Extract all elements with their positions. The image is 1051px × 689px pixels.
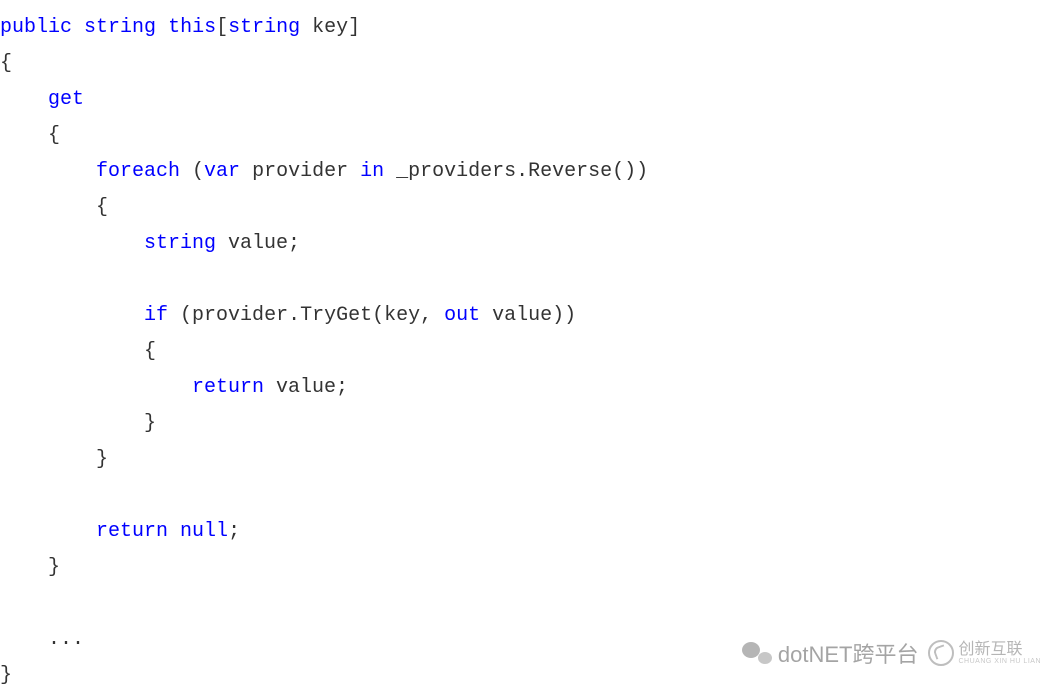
- code-token: {: [0, 340, 156, 363]
- code-token: return: [96, 520, 168, 543]
- code-token: {: [0, 196, 108, 219]
- code-token: string: [228, 16, 300, 39]
- code-token: }: [0, 556, 60, 579]
- code-token: [0, 376, 192, 399]
- code-token: string: [84, 16, 156, 39]
- code-token: ;: [228, 520, 240, 543]
- code-token: in: [360, 160, 384, 183]
- code-token: _providers.Reverse()): [384, 160, 648, 183]
- code-token: value)): [480, 304, 576, 327]
- code-token: [168, 520, 180, 543]
- code-token: {: [0, 52, 12, 75]
- wechat-icon: [742, 640, 772, 666]
- code-token: foreach: [96, 160, 180, 183]
- code-token: this: [168, 16, 216, 39]
- code-token: public: [0, 16, 72, 39]
- code-token: }: [0, 448, 108, 471]
- wechat-watermark-text: dotNET跨平台: [778, 637, 919, 669]
- brand-watermark: 创新互联 CHUANG XIN HU LIAN: [928, 640, 1041, 666]
- code-token: null: [180, 520, 228, 543]
- code-token: var: [204, 160, 240, 183]
- brand-name: 创新互联: [958, 641, 1022, 658]
- code-token: ...: [0, 628, 84, 651]
- code-token: value;: [216, 232, 300, 255]
- code-token: [0, 160, 96, 183]
- code-token: out: [444, 304, 480, 327]
- code-token: [0, 304, 144, 327]
- brand-watermark-text: 创新互联 CHUANG XIN HU LIAN: [958, 642, 1041, 665]
- code-snippet: public string this[string key] { get { f…: [0, 0, 1051, 689]
- brand-subtitle: CHUANG XIN HU LIAN: [958, 658, 1041, 665]
- code-token: [0, 88, 48, 111]
- code-token: provider: [240, 160, 360, 183]
- code-token: }: [0, 412, 156, 435]
- code-token: [0, 232, 144, 255]
- code-token: [72, 16, 84, 39]
- watermark-area: dotNET跨平台 创新互联 CHUANG XIN HU LIAN: [742, 637, 1041, 669]
- code-token: return: [192, 376, 264, 399]
- code-token: value;: [264, 376, 348, 399]
- code-token: [0, 520, 96, 543]
- wechat-watermark: dotNET跨平台: [742, 637, 919, 669]
- code-token: string: [144, 232, 216, 255]
- code-token: get: [48, 88, 84, 111]
- code-token: [156, 16, 168, 39]
- brand-logo-icon: [928, 640, 954, 666]
- code-token: {: [0, 124, 60, 147]
- code-token: if: [144, 304, 168, 327]
- code-token: [: [216, 16, 228, 39]
- code-token: key]: [300, 16, 360, 39]
- code-token: (provider.TryGet(key,: [168, 304, 444, 327]
- code-token: (: [180, 160, 204, 183]
- code-token: }: [0, 664, 12, 687]
